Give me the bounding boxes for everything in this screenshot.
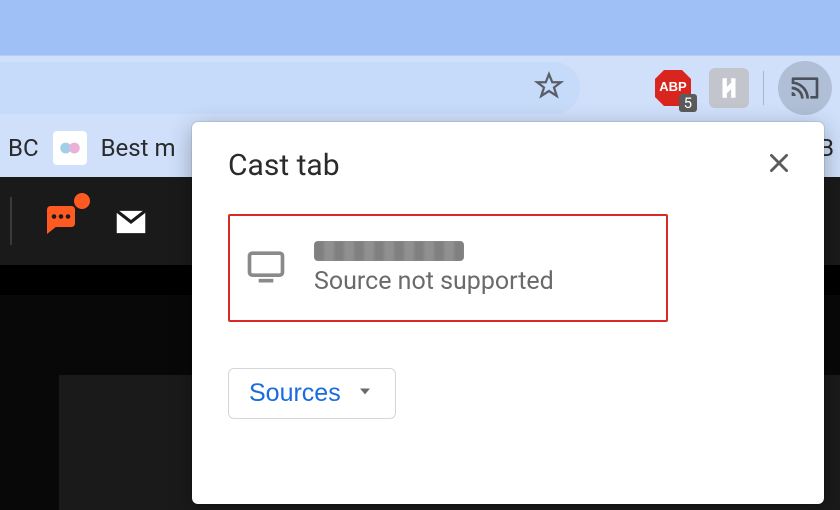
svg-text:ABP: ABP [659,79,687,94]
bookmark-star-icon[interactable] [534,71,564,105]
cast-device-status: Source not supported [314,267,554,296]
adblock-extension-icon[interactable]: ABP 5 [651,66,695,110]
bookmark-item[interactable]: Best m [101,134,176,162]
chevron-down-icon [355,379,375,408]
adblock-badge-count: 5 [679,94,697,112]
bookmark-item[interactable]: BC [8,134,39,162]
cast-device-item[interactable]: Source not supported [228,214,668,322]
cast-popup-title: Cast tab [228,148,340,183]
cast-toolbar-button[interactable] [778,61,832,115]
browser-toolbar: ABP 5 [0,55,840,119]
header-divider [10,197,12,245]
cast-popup: Cast tab Source not supported Sources [192,122,824,504]
honey-extension-icon[interactable] [709,68,749,108]
close-icon[interactable] [760,144,798,186]
extensions-area: ABP 5 [651,56,840,120]
omnibox[interactable] [0,62,580,114]
cast-popup-header: Cast tab [228,144,798,186]
sources-button-label: Sources [249,379,341,408]
bookmark-favicon[interactable] [53,131,87,165]
toolbar-separator [763,71,764,105]
mail-icon[interactable] [112,203,150,245]
tabstrip-background [0,0,840,55]
chat-notification-dot [74,193,90,209]
cast-device-name-redacted [314,241,464,261]
tv-icon [244,244,288,292]
cast-device-text: Source not supported [314,241,554,296]
sources-button[interactable]: Sources [228,368,396,419]
